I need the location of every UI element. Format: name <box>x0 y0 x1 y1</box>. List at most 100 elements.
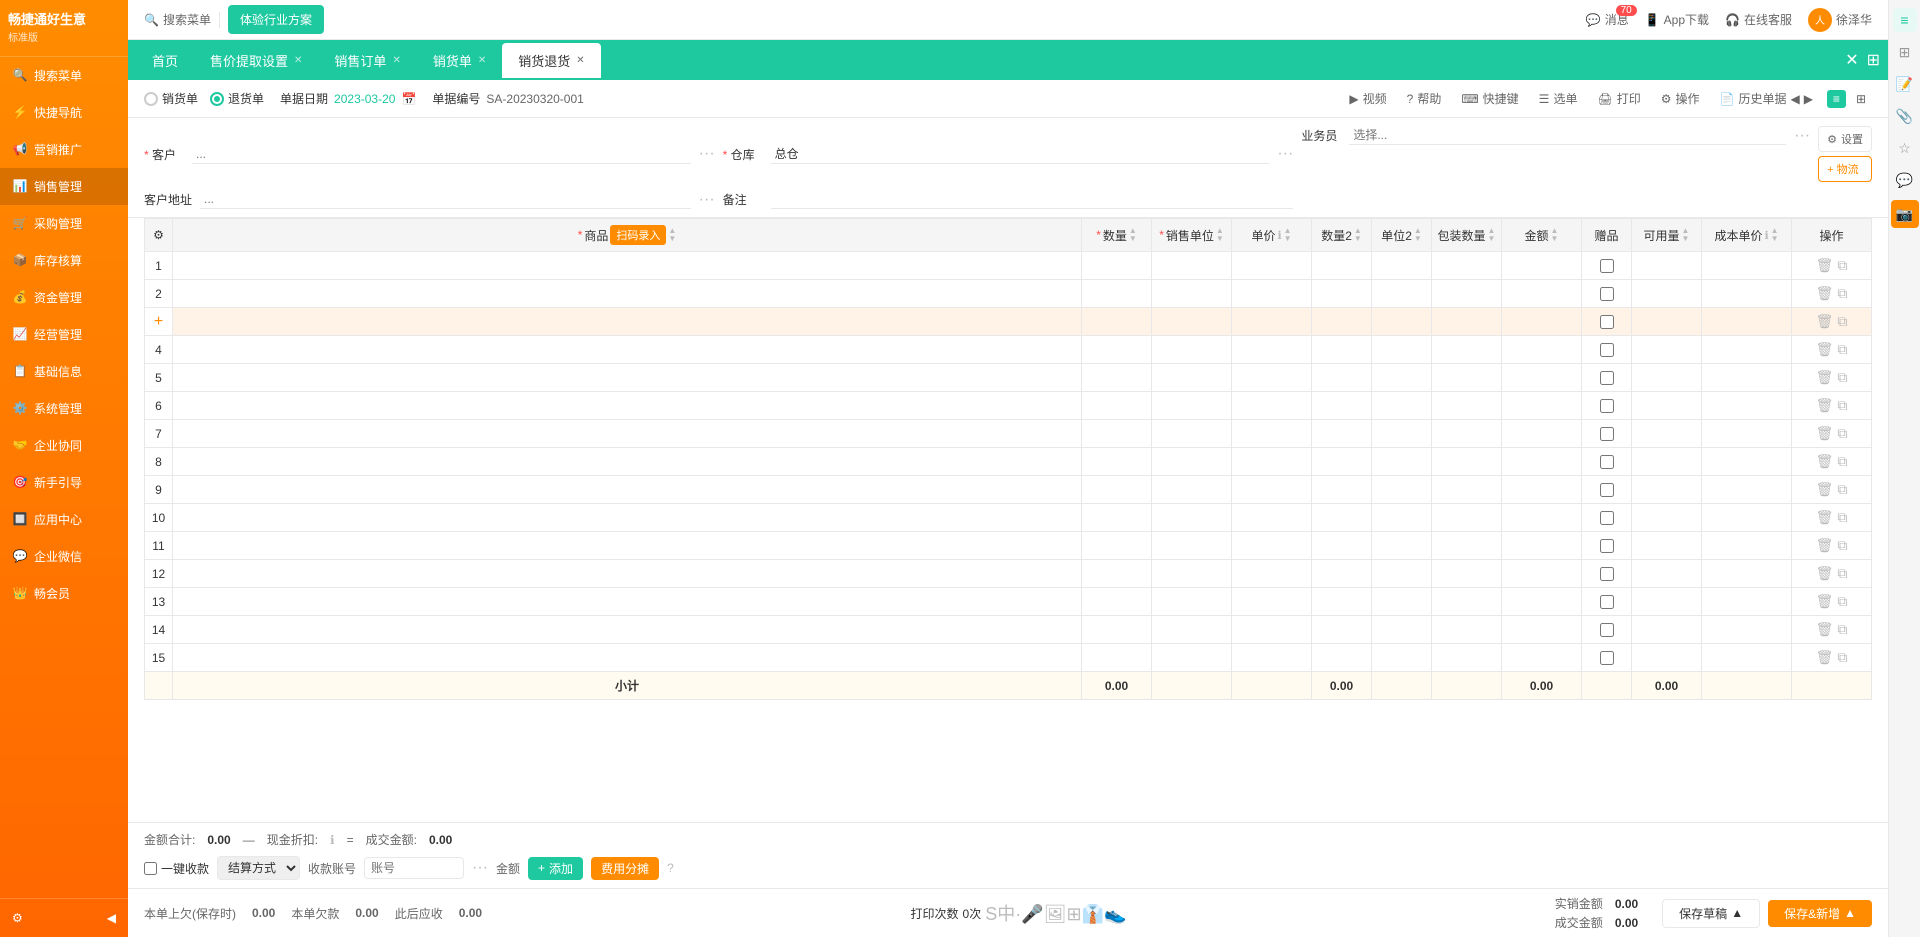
price-cell-1[interactable] <box>1232 252 1312 280</box>
settings-action-btn[interactable]: ⚙ 设置 <box>1818 126 1872 152</box>
pack-cell-4[interactable] <box>1432 336 1502 364</box>
qty2-cell-1[interactable] <box>1312 252 1372 280</box>
tab-close-1[interactable]: ✕ <box>294 55 302 66</box>
qty-cell-13[interactable] <box>1082 588 1152 616</box>
right-panel-note-btn[interactable]: 📝 <box>1893 72 1917 96</box>
gift-cell-3[interactable] <box>1582 308 1632 336</box>
gift-cell-2[interactable] <box>1582 280 1632 308</box>
unit-cell-5[interactable] <box>1152 364 1232 392</box>
qty-cell-8[interactable] <box>1082 448 1152 476</box>
unit2-cell-9[interactable] <box>1372 476 1432 504</box>
unit2-cell-14[interactable] <box>1372 616 1432 644</box>
unit-cell-11[interactable] <box>1152 532 1232 560</box>
th-settings[interactable]: ⚙ <box>145 219 173 252</box>
doc-date-value[interactable]: 2023-03-20 <box>334 92 395 106</box>
right-panel-star-btn[interactable]: ☆ <box>1893 136 1917 160</box>
unit2-cell-15[interactable] <box>1372 644 1432 672</box>
customer-picker-btn[interactable]: ··· <box>699 145 715 163</box>
gift-checkbox-14[interactable] <box>1600 623 1614 637</box>
price-sort-icon[interactable]: ▲▼ <box>1284 227 1292 243</box>
goods-cell-13[interactable] <box>173 588 1082 616</box>
sidebar-settings-btn[interactable]: ⚙ <box>8 907 27 929</box>
save-draft-btn[interactable]: 保存草稿 ▲ <box>1662 899 1760 928</box>
calc-method-select[interactable]: 结算方式 <box>217 856 300 880</box>
qty-cell-9[interactable] <box>1082 476 1152 504</box>
sidebar-item-14[interactable]: 👑畅会员 <box>0 575 128 612</box>
gift-cell-10[interactable] <box>1582 504 1632 532</box>
unit-cell-6[interactable] <box>1152 392 1232 420</box>
unit2-cell-5[interactable] <box>1372 364 1432 392</box>
unit-cell-4[interactable] <box>1152 336 1232 364</box>
amount-cell-9[interactable] <box>1502 476 1582 504</box>
grid-view-btn[interactable]: ⊞ <box>1850 90 1872 108</box>
gift-cell-8[interactable] <box>1582 448 1632 476</box>
pack-cell-10[interactable] <box>1432 504 1502 532</box>
qty2-cell-5[interactable] <box>1312 364 1372 392</box>
qty2-cell-2[interactable] <box>1312 280 1372 308</box>
tab-item-4[interactable]: 销货退货✕ <box>502 43 600 78</box>
tab-close-all-btn[interactable]: ✕ <box>1845 50 1858 70</box>
unit2-cell-10[interactable] <box>1372 504 1432 532</box>
account-picker-btn[interactable]: ··· <box>472 859 488 877</box>
gift-checkbox-9[interactable] <box>1600 483 1614 497</box>
select-btn[interactable]: ☰ 选单 <box>1533 88 1584 109</box>
amount-cell-2[interactable] <box>1502 280 1582 308</box>
sidebar-item-8[interactable]: 📋基础信息 <box>0 353 128 390</box>
table-view-btn[interactable]: ≡ <box>1827 90 1846 108</box>
gift-cell-11[interactable] <box>1582 532 1632 560</box>
pack-cell-5[interactable] <box>1432 364 1502 392</box>
qty2-cell-12[interactable] <box>1312 560 1372 588</box>
cost-info-icon[interactable]: ℹ <box>1764 229 1768 242</box>
qty-cell-6[interactable] <box>1082 392 1152 420</box>
delete-row-btn-3[interactable]: 🗑 <box>1816 313 1834 330</box>
unit2-cell-8[interactable] <box>1372 448 1432 476</box>
price-cell-6[interactable] <box>1232 392 1312 420</box>
amount-cell-3[interactable] <box>1502 308 1582 336</box>
pack-cell-9[interactable] <box>1432 476 1502 504</box>
qty-cell-2[interactable] <box>1082 280 1152 308</box>
amount-cell-10[interactable] <box>1502 504 1582 532</box>
amount-cell-11[interactable] <box>1502 532 1582 560</box>
sidebar-item-2[interactable]: 📢营销推广 <box>0 131 128 168</box>
unit-cell-8[interactable] <box>1152 448 1232 476</box>
qty-cell-12[interactable] <box>1082 560 1152 588</box>
cost-sort-icon[interactable]: ▲▼ <box>1771 227 1779 243</box>
copy-row-btn-7[interactable]: ⧉ <box>1837 425 1847 442</box>
unit2-cell-6[interactable] <box>1372 392 1432 420</box>
tab-item-0[interactable]: 首页 <box>136 43 194 78</box>
payment-checkbox-label[interactable]: 一键收款 <box>144 860 209 877</box>
tab-close-2[interactable]: ✕ <box>392 55 400 66</box>
delete-row-btn-9[interactable]: 🗑 <box>1816 481 1834 498</box>
tab-close-3[interactable]: ✕ <box>478 55 486 66</box>
pack-cell-2[interactable] <box>1432 280 1502 308</box>
sidebar-item-6[interactable]: 💰资金管理 <box>0 279 128 316</box>
unit-cell-13[interactable] <box>1152 588 1232 616</box>
copy-row-btn-4[interactable]: ⧉ <box>1837 341 1847 358</box>
gift-cell-13[interactable] <box>1582 588 1632 616</box>
pack-cell-6[interactable] <box>1432 392 1502 420</box>
gift-cell-4[interactable] <box>1582 336 1632 364</box>
history-btn[interactable]: 📄 历史单据 ◀ ▶ <box>1713 88 1818 109</box>
qty-cell-3[interactable] <box>1082 308 1152 336</box>
unit2-cell-13[interactable] <box>1372 588 1432 616</box>
online-service-btn[interactable]: 🎧 在线客服 <box>1725 11 1792 28</box>
tab-item-2[interactable]: 销售订单✕ <box>318 43 416 78</box>
scan-input-btn[interactable]: 扫码录入 <box>610 225 666 245</box>
qty-sort-icon[interactable]: ▲▼ <box>1129 227 1137 243</box>
qty-cell-5[interactable] <box>1082 364 1152 392</box>
pack-cell-12[interactable] <box>1432 560 1502 588</box>
tab-item-1[interactable]: 售价提取设置✕ <box>194 43 318 78</box>
address-input[interactable] <box>200 190 691 209</box>
gift-checkbox-1[interactable] <box>1600 259 1614 273</box>
unit2-cell-4[interactable] <box>1372 336 1432 364</box>
qty2-cell-7[interactable] <box>1312 420 1372 448</box>
delete-row-btn-4[interactable]: 🗑 <box>1816 341 1834 358</box>
copy-row-btn-6[interactable]: ⧉ <box>1837 397 1847 414</box>
delete-row-btn-12[interactable]: 🗑 <box>1816 565 1834 582</box>
staff-picker-btn[interactable]: ··· <box>1794 127 1810 145</box>
goods-cell-11[interactable] <box>173 532 1082 560</box>
price-cell-8[interactable] <box>1232 448 1312 476</box>
gift-checkbox-3[interactable] <box>1600 315 1614 329</box>
qty2-cell-9[interactable] <box>1312 476 1372 504</box>
right-panel-attach-btn[interactable]: 📎 <box>1893 104 1917 128</box>
